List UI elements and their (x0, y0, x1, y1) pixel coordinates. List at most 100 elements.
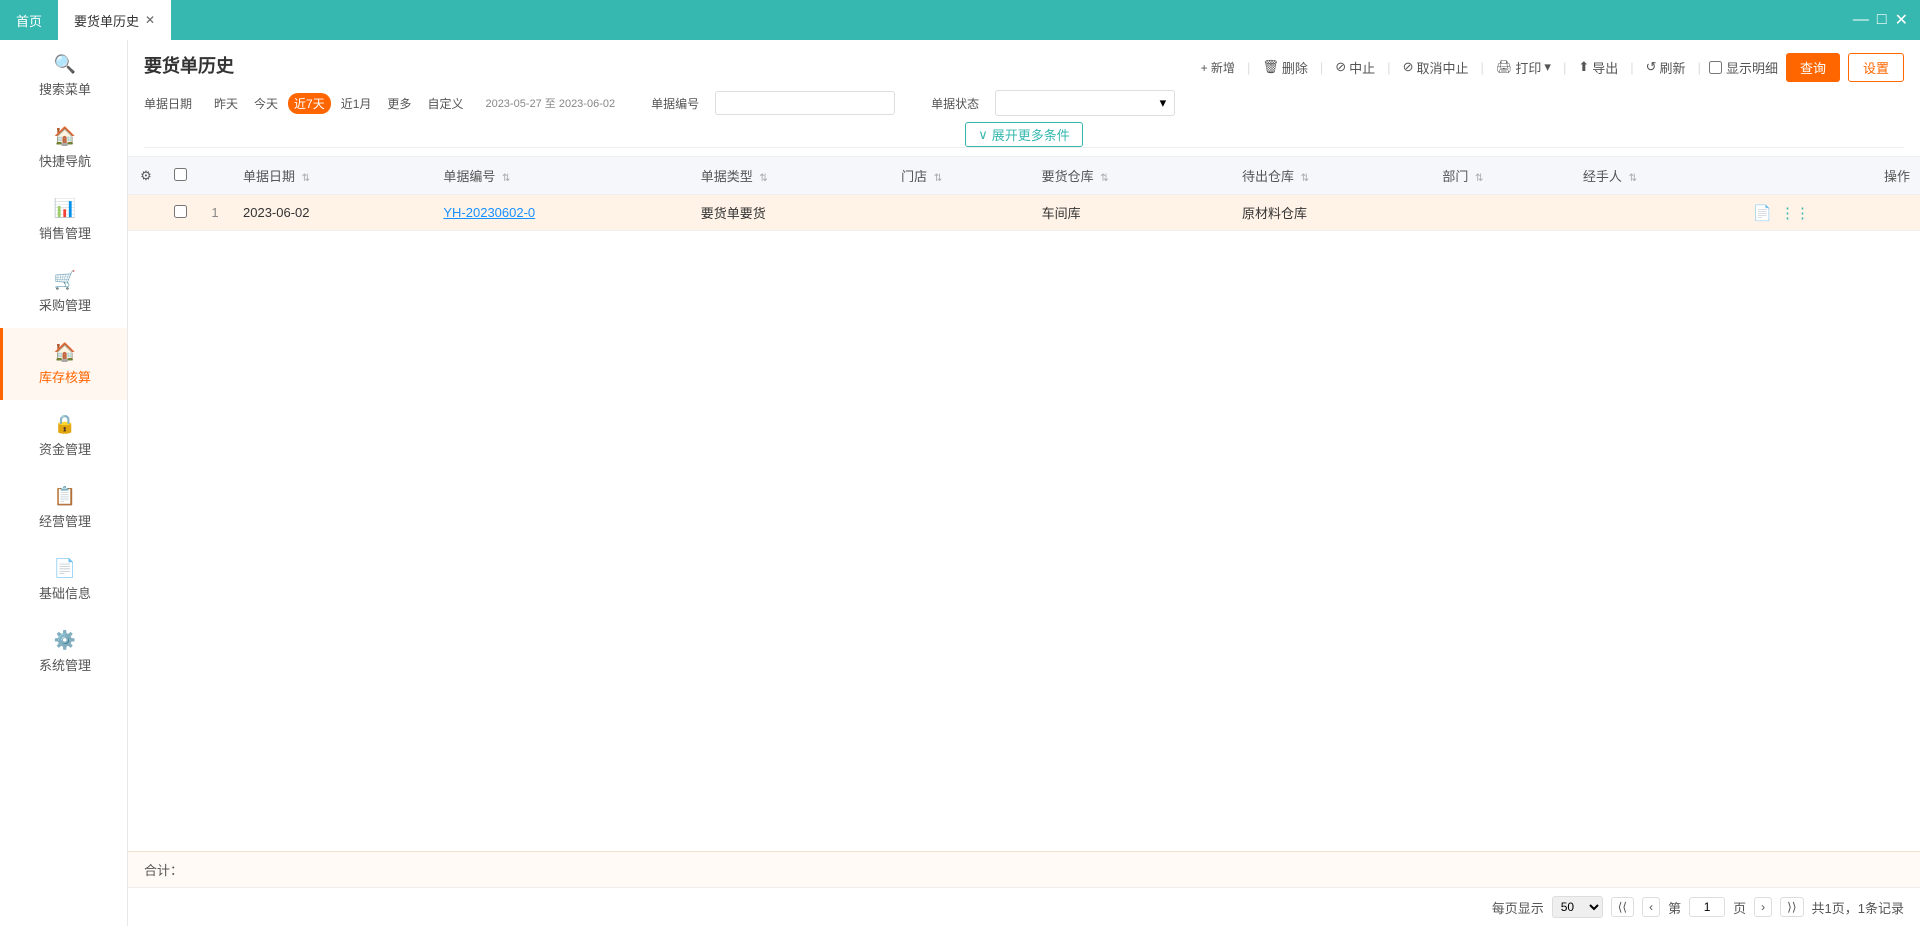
toolbar: + 新增 | 🗑 删除 | ⊘ 中止 | ⊘ 取消中止 (1197, 53, 1904, 82)
expand-more-button[interactable]: ∨ 展开更多条件 (965, 122, 1083, 147)
first-page-button[interactable]: ⟨⟨ (1611, 897, 1634, 917)
sidebar-item-system[interactable]: ⚙️ 系统管理 (0, 616, 127, 688)
summary-bar: 合计： (128, 851, 1920, 887)
refresh-icon: ↺ (1646, 59, 1657, 75)
query-button[interactable]: 查询 (1786, 53, 1840, 82)
th-type[interactable]: 单据类型 ⇅ (691, 157, 891, 195)
maximize-icon[interactable]: □ (1877, 11, 1887, 29)
th-date[interactable]: 单据日期 ⇅ (233, 157, 433, 195)
tab-requisition-label: 要货单历史 (74, 11, 139, 30)
system-icon: ⚙️ (54, 630, 76, 651)
td-dept (1432, 195, 1573, 231)
top-bar: 首页 要货单历史 ✕ — □ ✕ (0, 0, 1920, 40)
sidebar-item-basic-info[interactable]: 📄 基础信息 (0, 544, 127, 616)
tab-home-label: 首页 (16, 11, 42, 30)
sidebar-item-operations[interactable]: 📋 经营管理 (0, 472, 127, 544)
cancel-stop-button[interactable]: ⊘ 取消中止 (1399, 56, 1473, 79)
sidebar-item-sales[interactable]: 📊 销售管理 (0, 184, 127, 256)
sales-icon: 📊 (54, 198, 76, 219)
th-settings: ⚙ (128, 157, 164, 195)
select-all-checkbox[interactable] (174, 168, 187, 181)
th-pending-warehouse[interactable]: 待出仓库 ⇅ (1232, 157, 1432, 195)
th-store[interactable]: 门店 ⇅ (891, 157, 1032, 195)
sidebar-item-finance[interactable]: 🔒 资金管理 (0, 400, 127, 472)
stop-label: 中止 (1349, 58, 1375, 77)
date-option-7days[interactable]: 近7天 (288, 93, 331, 114)
page-size-select[interactable]: 20 50 100 (1552, 896, 1603, 918)
td-req-warehouse: 车间库 (1032, 195, 1232, 231)
tab-home[interactable]: 首页 (0, 0, 58, 40)
minimize-icon[interactable]: — (1853, 11, 1869, 29)
new-button[interactable]: + 新增 (1197, 57, 1239, 78)
row-checkbox[interactable] (174, 205, 187, 218)
th-req-warehouse[interactable]: 要货仓库 ⇅ (1032, 157, 1232, 195)
tab-list: 首页 要货单历史 ✕ (0, 0, 1853, 40)
delete-label: 删除 (1282, 58, 1308, 77)
display-detail-button[interactable]: 显示明细 (1709, 58, 1778, 77)
th-handler[interactable]: 经手人 ⇅ (1573, 157, 1743, 195)
date-option-more[interactable]: 更多 (381, 93, 417, 114)
sidebar-item-purchase[interactable]: 🛒 采购管理 (0, 256, 127, 328)
sidebar-item-quick-nav[interactable]: 🏠 快捷导航 (0, 112, 127, 184)
next-page-button[interactable]: › (1754, 897, 1772, 917)
td-date: 2023-06-02 (233, 195, 433, 231)
sidebar-item-search-menu[interactable]: 🔍 搜索菜单 (0, 40, 127, 112)
page-title: 要货单历史 (144, 52, 234, 78)
th-store-label: 门店 (901, 169, 927, 184)
main-layout: 🔍 搜索菜单 🏠 快捷导航 📊 销售管理 🛒 采购管理 🏠 库存核算 🔒 资金管… (0, 40, 1920, 926)
export-button[interactable]: ⬆ 导出 (1574, 56, 1622, 79)
export-icon: ⬆ (1578, 59, 1589, 75)
refresh-button[interactable]: ↺ 刷新 (1642, 56, 1690, 79)
sidebar-item-purchase-label: 采购管理 (39, 295, 91, 314)
print-button[interactable]: 🖨 打印 ▾ (1492, 56, 1555, 79)
th-no[interactable]: 单据编号 ⇅ (433, 157, 690, 195)
sidebar-item-search-menu-label: 搜索菜单 (39, 79, 91, 98)
close-icon[interactable]: ✕ (1895, 10, 1908, 30)
order-no-label: 单据编号 (651, 95, 699, 112)
sidebar: 🔍 搜索菜单 🏠 快捷导航 📊 销售管理 🛒 采购管理 🏠 库存核算 🔒 资金管… (0, 40, 128, 926)
status-label: 单据状态 (931, 95, 979, 112)
date-option-today[interactable]: 今天 (248, 93, 284, 114)
window-controls: — □ ✕ (1853, 10, 1920, 30)
prev-page-button[interactable]: ‹ (1642, 897, 1660, 917)
th-pending-warehouse-label: 待出仓库 (1242, 169, 1294, 184)
row-more-icon[interactable]: ⋮⋮ (1780, 204, 1810, 222)
separator-7: | (1698, 60, 1701, 75)
sidebar-item-basic-info-label: 基础信息 (39, 583, 91, 602)
th-req-warehouse-label: 要货仓库 (1042, 169, 1094, 184)
td-type: 要货单要货 (691, 195, 891, 231)
inventory-icon: 🏠 (54, 342, 76, 363)
th-actions-label: 操作 (1884, 169, 1910, 184)
sidebar-item-inventory[interactable]: 🏠 库存核算 (0, 328, 127, 400)
display-detail-checkbox[interactable] (1709, 61, 1722, 74)
date-option-1month[interactable]: 近1月 (335, 93, 378, 114)
order-no-link[interactable]: YH-20230602-0 (443, 205, 535, 220)
search-menu-icon: 🔍 (54, 54, 76, 75)
settings-button[interactable]: 设置 (1848, 53, 1904, 82)
tab-close-icon[interactable]: ✕ (145, 13, 155, 27)
print-icon: 🖨 (1496, 59, 1513, 75)
last-page-button[interactable]: ⟩⟩ (1780, 897, 1803, 917)
footer-pagination: 每页显示 20 50 100 ⟨⟨ ‹ 第 页 › ⟩⟩ 共1页，1条记录 (128, 887, 1920, 926)
th-dept[interactable]: 部门 ⇅ (1432, 157, 1573, 195)
date-option-custom[interactable]: 自定义 (421, 93, 469, 114)
sidebar-item-quick-nav-label: 快捷导航 (39, 151, 91, 170)
separator-2: | (1320, 60, 1323, 75)
delete-button[interactable]: 🗑 删除 (1258, 56, 1312, 79)
page-number-input[interactable] (1689, 897, 1725, 917)
status-dropdown-icon: ▾ (1160, 95, 1167, 111)
table-row: 1 2023-06-02 YH-20230602-0 要货单要货 车间库 原材料… (128, 195, 1920, 231)
order-no-input[interactable] (715, 91, 895, 115)
sidebar-item-operations-label: 经营管理 (39, 511, 91, 530)
th-date-label: 单据日期 (243, 169, 295, 184)
th-req-warehouse-sort-icon: ⇅ (1100, 173, 1108, 184)
date-option-yesterday[interactable]: 昨天 (208, 93, 244, 114)
status-select[interactable]: ▾ (995, 90, 1175, 116)
tab-requisition-history[interactable]: 要货单历史 ✕ (58, 0, 171, 40)
td-no: YH-20230602-0 (433, 195, 690, 231)
delete-icon: 🗑 (1262, 59, 1279, 75)
row-view-icon[interactable]: 📄 (1753, 204, 1772, 222)
stop-button[interactable]: ⊘ 中止 (1331, 56, 1379, 79)
td-pending-warehouse: 原材料仓库 (1232, 195, 1432, 231)
filter-row-1: 单据日期 昨天 今天 近7天 近1月 更多 自定义 2023-05-27 至 2… (144, 90, 1904, 116)
